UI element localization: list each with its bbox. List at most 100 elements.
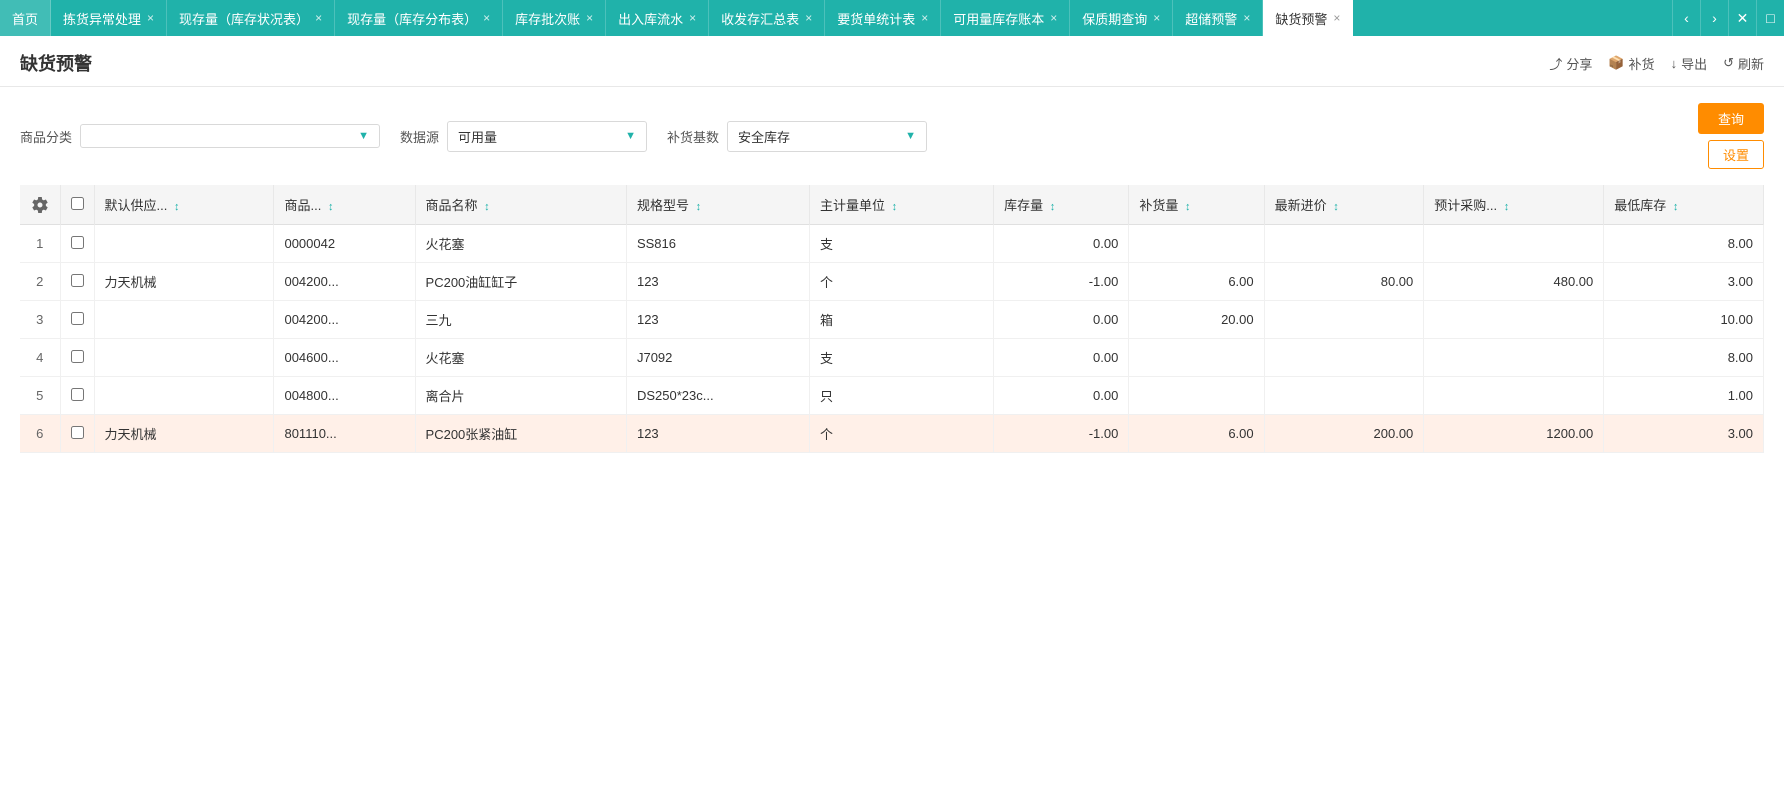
table-row[interactable]: 1 0000042 火花塞 SS816 支 0.00 8.00 [20,225,1764,263]
export-label: 导出 [1681,54,1707,73]
tab-close-shortage[interactable]: × [1333,11,1340,25]
tab-close-receive-summary[interactable]: × [805,11,812,25]
row-supplier-6: 力天机械 [94,415,274,453]
row-checkbox-5[interactable] [60,377,94,415]
tab-prev-button[interactable]: ‹ [1672,0,1700,36]
row-product-name-3: 三九 [415,301,626,339]
column-product-name: 商品名称 ↕ [415,185,626,225]
tab-batch-account[interactable]: 库存批次账× [503,0,606,36]
table-row[interactable]: 4 004600... 火花塞 J7092 支 0.00 8.00 [20,339,1764,377]
tab-available-ledger[interactable]: 可用量库存账本 × [941,0,1070,36]
replenish-base-select[interactable]: 安全库存 ▼ [727,121,927,152]
select-all-checkbox[interactable] [71,197,84,210]
sort-min-stock-icon[interactable]: ↕ [1673,201,1679,213]
tab-abnormal[interactable]: 拣货异常处理× [51,0,167,36]
share-button[interactable]: ⤴ 分享 [1549,54,1592,73]
row-stock-6: -1.00 [994,415,1129,453]
export-button[interactable]: ↓ 导出 [1671,54,1708,73]
sort-stock-icon[interactable]: ↕ [1050,201,1056,213]
window-maximize-button[interactable]: □ [1756,0,1784,36]
column-gear[interactable] [20,185,60,225]
table-row[interactable]: 2 力天机械 004200... PC200油缸缸子 123 个 -1.00 6… [20,263,1764,301]
sort-latest-price-icon[interactable]: ↕ [1333,201,1339,213]
tab-home[interactable]: 首页 [0,0,51,36]
tab-inventory-dist[interactable]: 现存量（库存分布表） × [335,0,503,36]
query-button[interactable]: 查询 [1698,103,1764,134]
row-latest-price-3 [1264,301,1424,339]
page-title: 缺货预警 [20,50,92,76]
row-unit-6: 个 [810,415,994,453]
sort-unit-icon[interactable]: ↕ [892,201,898,213]
column-supplier-label: 默认供应... [105,198,168,213]
row-min-stock-6: 3.00 [1604,415,1764,453]
row-checkbox-1[interactable] [60,225,94,263]
datasource-filter-group: 数据源 可用量 ▼ [400,121,647,152]
row-checkbox-6[interactable] [60,415,94,453]
tab-inout-flow[interactable]: 出入库流水× [606,0,709,36]
tab-next-button[interactable]: › [1700,0,1728,36]
row-min-stock-3: 10.00 [1604,301,1764,339]
row-supplier-1 [94,225,274,263]
tab-close-expiry-query[interactable]: × [1153,11,1160,25]
table-row[interactable]: 6 力天机械 801110... PC200张紧油缸 123 个 -1.00 6… [20,415,1764,453]
column-checkbox[interactable] [60,185,94,225]
refresh-button[interactable]: ↺ 刷新 [1723,54,1764,73]
tab-label-receive-summary: 收发存汇总表 [721,9,799,28]
row-checkbox-3[interactable] [60,301,94,339]
row-est-purchase-5 [1424,377,1604,415]
row-unit-5: 只 [810,377,994,415]
category-select[interactable]: ▼ [80,124,380,148]
tab-close-abnormal[interactable]: × [147,11,154,25]
row-product-code-3: 004200... [274,301,415,339]
datasource-select[interactable]: 可用量 ▼ [447,121,647,152]
row-supplier-3 [94,301,274,339]
sort-product-code-icon[interactable]: ↕ [328,201,334,213]
row-spec-2: 123 [626,263,809,301]
row-checkbox-2[interactable] [60,263,94,301]
tab-close-available-ledger[interactable]: × [1050,11,1057,25]
row-product-code-2: 004200... [274,263,415,301]
sort-replenish-icon[interactable]: ↕ [1185,201,1191,213]
tab-close-inout-flow[interactable]: × [689,11,696,25]
tab-receive-summary[interactable]: 收发存汇总表 × [709,0,825,36]
tab-close-inventory-status[interactable]: × [315,11,322,25]
row-product-name-6: PC200张紧油缸 [415,415,626,453]
row-product-code-5: 004800... [274,377,415,415]
filter-area: 商品分类 ▼ 数据源 可用量 ▼ 补货基数 安全库存 ▼ 查询 设置 [0,87,1784,185]
row-checkbox-4[interactable] [60,339,94,377]
tab-shortage[interactable]: 缺货预警× [1263,0,1353,36]
table-row[interactable]: 3 004200... 三九 123 箱 0.00 20.00 10.00 [20,301,1764,339]
window-close-button[interactable]: ✕ [1728,0,1756,36]
row-min-stock-2: 3.00 [1604,263,1764,301]
table-header-row: 默认供应... ↕ 商品... ↕ 商品名称 ↕ 规格型号 ↕ [20,185,1764,225]
tab-close-overstock[interactable]: × [1243,11,1250,25]
tab-close-inventory-dist[interactable]: × [483,11,490,25]
tab-close-batch-account[interactable]: × [586,11,593,25]
tab-expiry-query[interactable]: 保质期查询× [1070,0,1173,36]
tab-inventory-status[interactable]: 现存量（库存状况表）× [167,0,335,36]
sort-est-purchase-icon[interactable]: ↕ [1504,201,1510,213]
row-latest-price-5 [1264,377,1424,415]
sort-supplier-icon[interactable]: ↕ [174,201,180,213]
replenish-button[interactable]: 📦 补货 [1608,54,1654,73]
tab-label-inventory-dist: 现存量（库存分布表） [347,9,477,28]
sort-product-name-icon[interactable]: ↕ [484,201,490,213]
replenish-icon: 📦 [1608,55,1624,71]
tab-overstock[interactable]: 超储预警× [1173,0,1263,36]
tab-order-stats[interactable]: 要货单统计表× [825,0,941,36]
share-label: 分享 [1566,54,1592,73]
column-supplier: 默认供应... ↕ [94,185,274,225]
tab-close-order-stats[interactable]: × [921,11,928,25]
refresh-icon: ↺ [1723,55,1734,71]
row-spec-6: 123 [626,415,809,453]
settings-button[interactable]: 设置 [1708,140,1764,169]
row-spec-5: DS250*23c... [626,377,809,415]
column-product-code-label: 商品... [284,198,321,213]
sort-spec-icon[interactable]: ↕ [696,201,702,213]
refresh-label: 刷新 [1738,54,1764,73]
table-row[interactable]: 5 004800... 离合片 DS250*23c... 只 0.00 1.00 [20,377,1764,415]
column-replenish-label: 补货量 [1139,198,1178,213]
row-est-purchase-1 [1424,225,1604,263]
datasource-dropdown-arrow: ▼ [625,130,636,142]
tab-label-available-ledger: 可用量库存账本 [953,9,1044,28]
